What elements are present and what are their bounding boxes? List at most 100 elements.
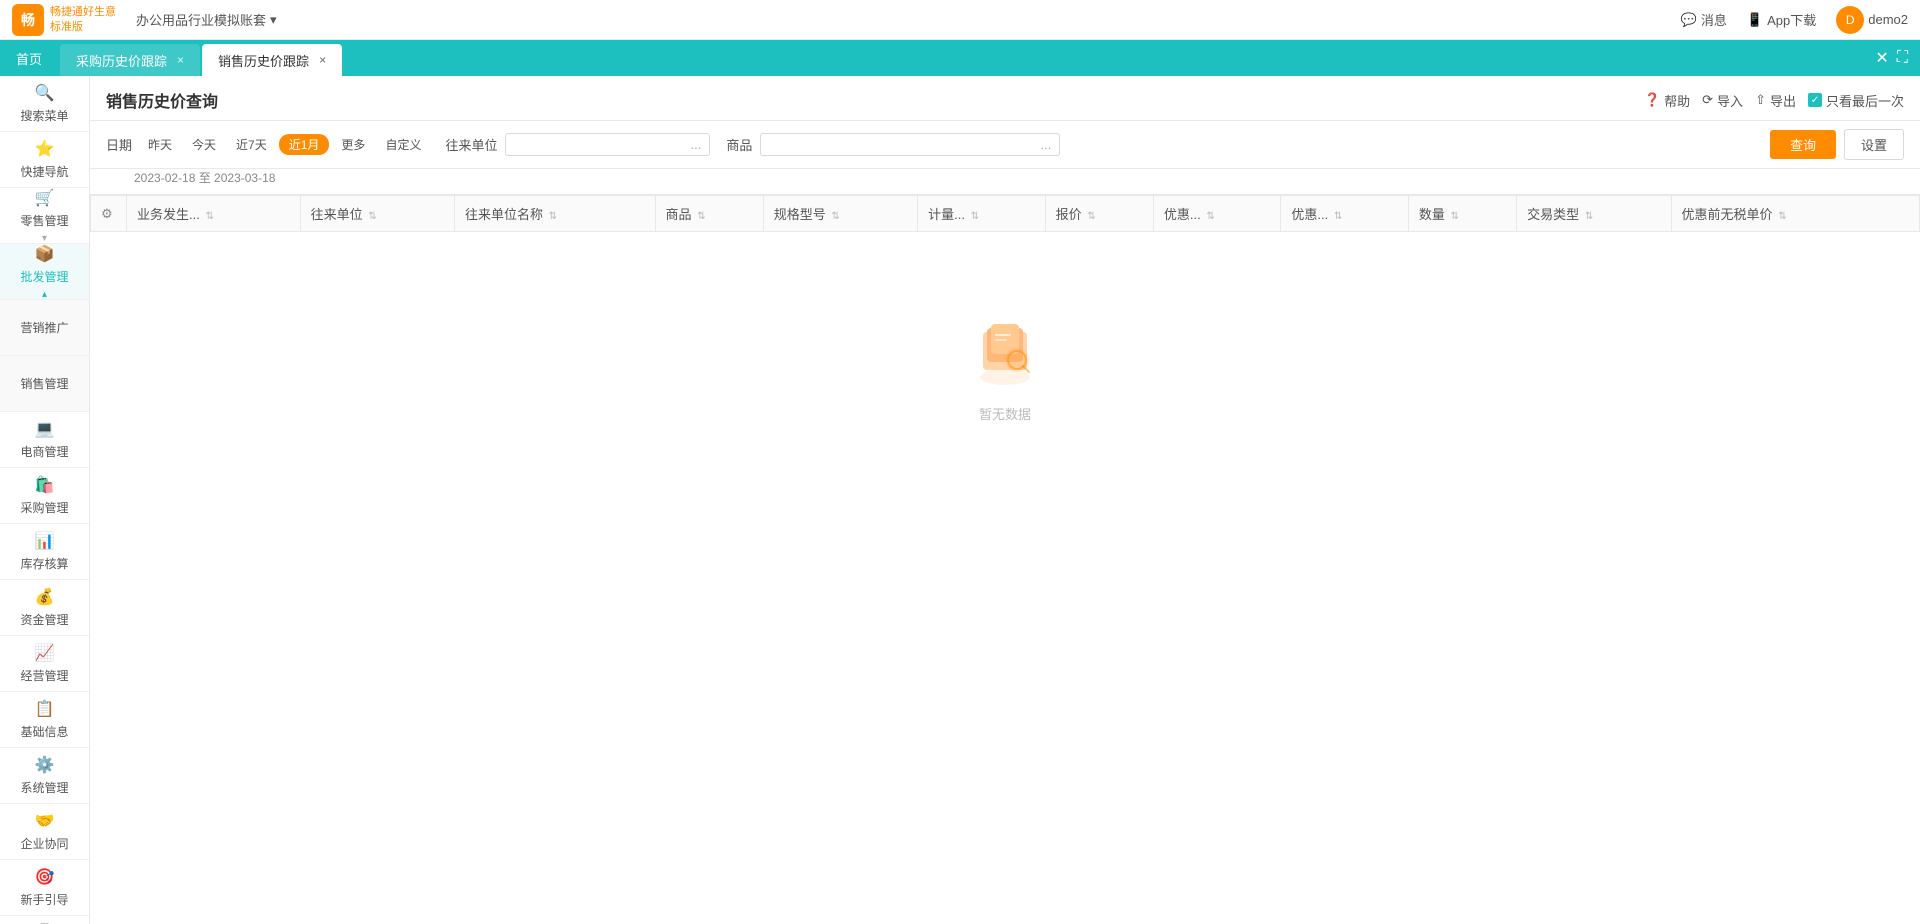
sidebar: 🔍 搜索菜单 ⭐ 快捷导航 🛒 零售管理 ▾ 📦 批发管理 ▴ 营销推广 销售管… [0,76,90,924]
sidebar-item-wholesale[interactable]: 📦 批发管理 ▴ [0,244,89,300]
col-discount2[interactable]: 优惠... ⇅ [1281,196,1408,232]
query-button[interactable]: 查询 [1770,130,1836,159]
purchase-icon: 🛍️ [35,475,55,495]
partner-input[interactable]: ... [505,133,710,156]
page-actions: ❓ 帮助 ⟳ 导入 ⇧ 导出 ✓ 只看最后一次 [1644,91,1904,110]
sidebar-item-enterprise-collab[interactable]: 🤝 企业协同 [0,804,89,860]
close-window-icon[interactable]: ✕ [1875,48,1888,68]
only-last-once-toggle[interactable]: ✓ 只看最后一次 [1808,91,1904,110]
partner-input-field[interactable] [514,137,690,152]
sort-business-date-icon: ⇅ [205,211,213,222]
date-filter-group: 日期 昨天 今天 近7天 近1月 更多 自定义 [106,134,429,155]
logo-area: 畅 畅捷通好生意 标准版 [12,4,116,36]
col-unit[interactable]: 计量... ⇅ [918,196,1045,232]
sidebar-item-inventory[interactable]: 📊 库存核算 [0,524,89,580]
message-icon: 💬 [1681,12,1697,28]
tab-sales-history[interactable]: 销售历史价跟踪 × [202,44,342,76]
sidebar-item-purchase[interactable]: 🛍️ 采购管理 [0,468,89,524]
sidebar-item-new-guide[interactable]: 🎯 新手引导 [0,860,89,916]
sidebar-item-operation[interactable]: 📈 经营管理 [0,636,89,692]
date-yesterday[interactable]: 昨天 [140,134,180,155]
sidebar-item-marketing[interactable]: 营销推广 [0,300,89,356]
table-settings-icon[interactable]: ⚙ [101,206,113,221]
export-button[interactable]: ⇧ 导出 [1755,91,1796,110]
import-button[interactable]: ⟳ 导入 [1702,91,1743,110]
col-trade-type[interactable]: 交易类型 ⇅ [1517,196,1671,232]
filter-actions: 查询 设置 [1770,129,1904,160]
filter-bar: 日期 昨天 今天 近7天 近1月 更多 自定义 往来单位 ... 商品 [90,121,1920,169]
inventory-icon: 📊 [35,531,55,551]
date-more[interactable]: 更多 [333,134,373,155]
app-download-button[interactable]: 📱 App下载 [1747,10,1816,29]
empty-state-icon [965,312,1045,392]
checkbox-icon: ✓ [1808,93,1822,107]
col-pre-tax-price[interactable]: 优惠前无税单价 ⇅ [1671,196,1919,232]
retail-arrow-icon: ▾ [42,233,47,244]
col-spec[interactable]: 规格型号 ⇅ [763,196,917,232]
product-search-icon: ... [1040,137,1051,152]
content-area: 销售历史价查询 ❓ 帮助 ⟳ 导入 ⇧ 导出 ✓ 只看最后一次 [90,76,1920,924]
page-title: 销售历史价查询 [106,88,218,112]
tab-home[interactable]: 首页 [0,40,58,76]
date-range-options: 昨天 今天 近7天 近1月 更多 自定义 [140,134,429,155]
message-button[interactable]: 💬 消息 [1681,10,1727,29]
date-today[interactable]: 今天 [184,134,224,155]
top-bar-right: 💬 消息 📱 App下载 D demo2 [1681,6,1908,34]
avatar: D [1836,6,1864,34]
logo-text: 畅捷通好生意 标准版 [50,5,116,34]
date-1month[interactable]: 近1月 [279,134,330,155]
settings-button[interactable]: 设置 [1844,129,1904,160]
date-range-display: 2023-02-18 至 2023-03-18 [134,171,275,185]
table-container: ⚙ 业务发生... ⇅ 往来单位 ⇅ 往来单位名称 ⇅ [90,195,1920,924]
col-business-date[interactable]: 业务发生... ⇅ [127,196,301,232]
wholesale-icon: 📦 [35,244,55,264]
col-product[interactable]: 商品 ⇅ [655,196,763,232]
col-partner-code[interactable]: 往来单位 ⇅ [300,196,454,232]
user-menu[interactable]: D demo2 [1836,6,1908,34]
sidebar-item-app-center[interactable]: 📱 应用中心 [0,916,89,924]
logo-icon: 畅 [12,4,44,36]
col-quantity[interactable]: 数量 ⇅ [1408,196,1516,232]
sidebar-item-quick-nav[interactable]: ⭐ 快捷导航 [0,132,89,188]
data-table: ⚙ 业务发生... ⇅ 往来单位 ⇅ 往来单位名称 ⇅ [90,195,1920,232]
date-filter-label: 日期 [106,135,132,154]
search-menu-icon: 🔍 [35,83,55,103]
help-icon: ❓ [1644,92,1660,108]
date-custom[interactable]: 自定义 [377,134,429,155]
partner-search-icon: ... [690,137,701,152]
tab-close-sales[interactable]: × [319,53,326,67]
col-discount1[interactable]: 优惠... ⇅ [1153,196,1280,232]
tab-close-purchase[interactable]: × [177,53,184,67]
date-7days[interactable]: 近7天 [228,134,275,155]
product-input[interactable]: ... [760,133,1060,156]
empty-state: 暂无数据 [90,232,1920,503]
quick-nav-icon: ⭐ [35,139,55,159]
sort-pre-tax-icon: ⇅ [1778,211,1786,222]
export-icon: ⇧ [1755,92,1766,108]
sort-quantity-icon: ⇅ [1451,211,1459,222]
tab-purchase-history[interactable]: 采购历史价跟踪 × [60,44,200,76]
sidebar-item-basic-info[interactable]: 📋 基础信息 [0,692,89,748]
operation-icon: 📈 [35,643,55,663]
product-input-field[interactable] [769,137,1040,152]
sidebar-item-finance[interactable]: 💰 资金管理 [0,580,89,636]
maximize-icon[interactable]: ⛶ [1897,49,1908,67]
sort-partner-name-icon: ⇅ [549,211,557,222]
sidebar-item-retail[interactable]: 🛒 零售管理 ▾ [0,188,89,244]
col-price[interactable]: 报价 ⇅ [1045,196,1153,232]
sidebar-item-system[interactable]: ⚙️ 系统管理 [0,748,89,804]
col-settings: ⚙ [91,196,127,232]
sidebar-item-ecommerce[interactable]: 💻 电商管理 [0,412,89,468]
col-partner-name[interactable]: 往来单位名称 ⇅ [455,196,656,232]
tab-bar: 首页 采购历史价跟踪 × 销售历史价跟踪 × ✕ ⛶ [0,40,1920,76]
sort-discount2-icon: ⇅ [1334,211,1342,222]
sidebar-item-sales-mgmt[interactable]: 销售管理 [0,356,89,412]
sort-price-icon: ⇅ [1087,211,1095,222]
table-header-row: ⚙ 业务发生... ⇅ 往来单位 ⇅ 往来单位名称 ⇅ [91,196,1920,232]
import-icon: ⟳ [1702,92,1713,108]
app-selector[interactable]: 办公用品行业模拟账套 ▾ [128,6,285,33]
sidebar-item-search-menu[interactable]: 🔍 搜索菜单 [0,76,89,132]
partner-filter-label: 往来单位 [445,135,497,154]
help-button[interactable]: ❓ 帮助 [1644,91,1690,110]
download-icon: 📱 [1747,12,1763,28]
